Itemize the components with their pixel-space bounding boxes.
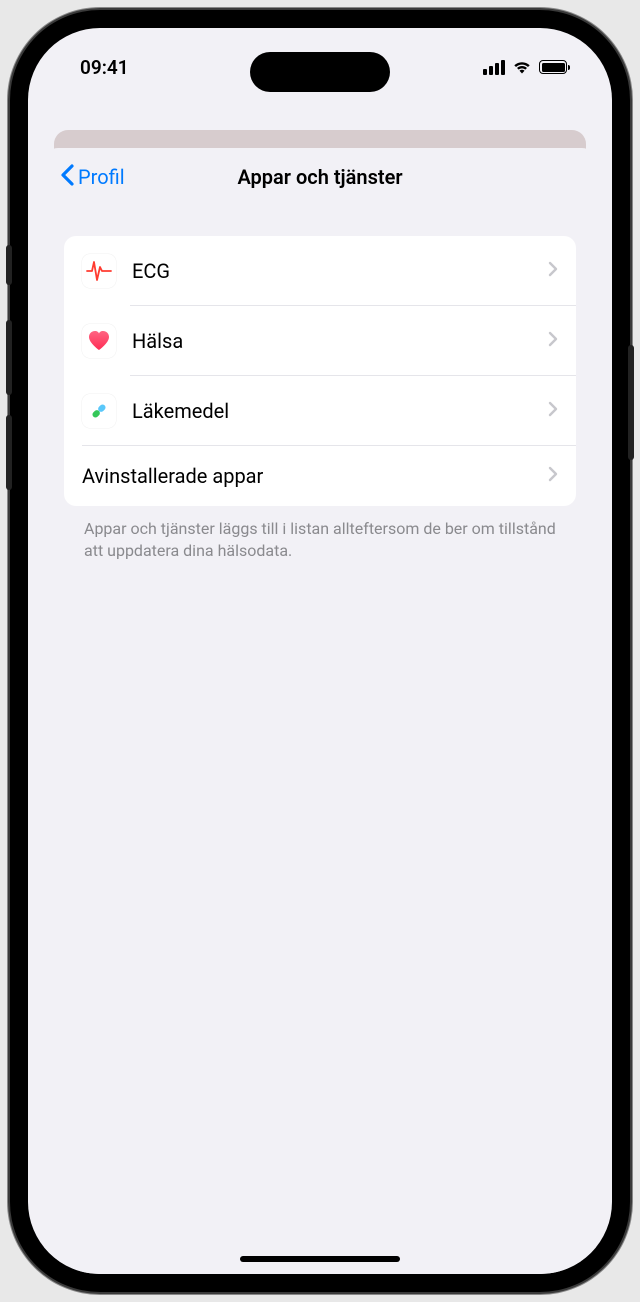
app-row-label: Läkemedel — [132, 399, 548, 423]
uninstalled-apps-row[interactable]: Avinstallerade appar — [64, 446, 576, 506]
wifi-icon — [512, 60, 532, 75]
content-area: ECG — [44, 206, 596, 561]
chevron-left-icon — [60, 164, 74, 191]
modal-sheet: Profil Appar och tjänster ECG — [44, 148, 596, 1274]
screen: 09:41 — [28, 28, 612, 1274]
chevron-right-icon — [548, 466, 558, 486]
cellular-signal-icon — [483, 60, 505, 75]
navigation-bar: Profil Appar och tjänster — [44, 148, 596, 206]
chevron-right-icon — [548, 331, 558, 351]
back-button-label: Profil — [78, 165, 125, 189]
chevron-right-icon — [548, 401, 558, 421]
app-row-medication[interactable]: Läkemedel — [64, 376, 576, 446]
health-icon — [82, 324, 116, 358]
volume-up-button — [6, 320, 12, 395]
app-row-label: Hälsa — [132, 329, 548, 353]
power-button — [628, 345, 634, 460]
uninstalled-apps-label: Avinstallerade appar — [82, 464, 548, 488]
home-indicator[interactable] — [240, 1256, 400, 1262]
volume-down-button — [6, 415, 12, 490]
apps-list: ECG — [64, 236, 576, 506]
silent-switch — [6, 245, 12, 285]
page-title: Appar och tjänster — [237, 165, 402, 189]
battery-icon — [539, 60, 570, 74]
app-row-label: ECG — [132, 259, 548, 283]
dynamic-island — [250, 52, 390, 92]
footer-text: Appar och tjänster läggs till i listan a… — [64, 506, 576, 561]
status-time: 09:41 — [80, 56, 129, 79]
medication-icon — [82, 394, 116, 428]
phone-frame: 09:41 — [10, 10, 630, 1292]
app-row-health[interactable]: Hälsa — [64, 306, 576, 376]
status-icons — [483, 60, 570, 75]
chevron-right-icon — [548, 261, 558, 281]
ecg-icon — [82, 254, 116, 288]
app-row-ecg[interactable]: ECG — [64, 236, 576, 306]
back-button[interactable]: Profil — [60, 164, 125, 191]
